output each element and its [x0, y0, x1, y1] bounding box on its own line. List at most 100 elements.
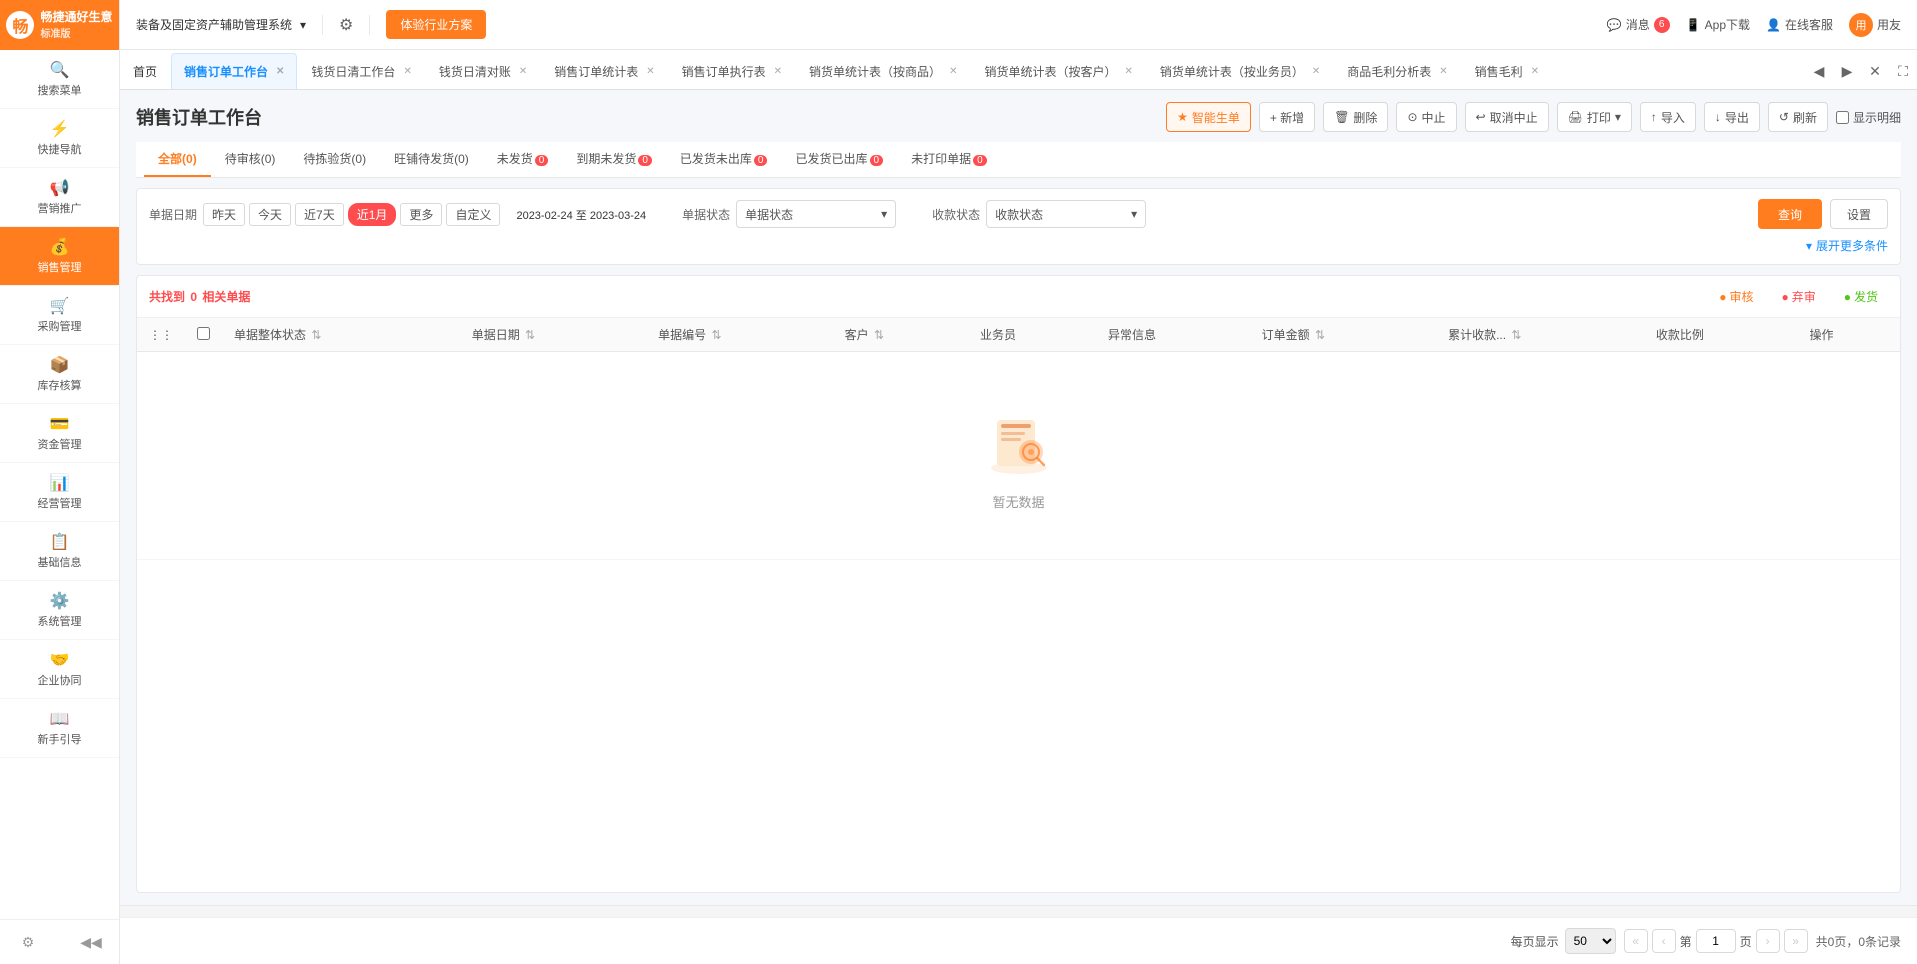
h-scroll-area[interactable]: [120, 905, 1917, 917]
cancel-stop-btn[interactable]: ↩ 取消中止: [1465, 102, 1549, 132]
print-btn[interactable]: 🖨 打印 ▾: [1557, 102, 1632, 132]
tab-sales-profit[interactable]: 销售毛利 ✕: [1462, 53, 1552, 89]
tab-product-margin[interactable]: 商品毛利分析表 ✕: [1334, 53, 1460, 89]
th-number[interactable]: 单据编号 ⇅: [646, 318, 832, 352]
page-number-input[interactable]: [1696, 929, 1736, 953]
filter-custom-btn[interactable]: 自定义: [446, 203, 500, 226]
prev-page-btn[interactable]: ‹: [1652, 929, 1676, 953]
tab-close-all-btn[interactable]: ✕: [1861, 53, 1889, 89]
tab-sales-stat-customer-close[interactable]: ✕: [1124, 66, 1132, 77]
filter-7days-btn[interactable]: 近7天: [295, 203, 344, 226]
tab-sales-stat-staff-close[interactable]: ✕: [1312, 66, 1320, 77]
user-menu[interactable]: 用 用友: [1849, 13, 1901, 37]
sidebar-item-guide[interactable]: 📖 新手引导: [0, 699, 119, 758]
sidebar-item-finance[interactable]: 💳 资金管理: [0, 404, 119, 463]
refresh-btn[interactable]: ↺ 刷新: [1768, 102, 1828, 132]
tab-sales-stat-close[interactable]: ✕: [646, 66, 654, 77]
stop-btn[interactable]: ⊙ 中止: [1396, 102, 1456, 132]
tab-cash-daily-close[interactable]: ✕: [403, 66, 411, 77]
sub-tab-pending-inspect[interactable]: 待拣验货(0): [289, 142, 380, 177]
void-btn[interactable]: ● 弃审: [1771, 284, 1825, 309]
sub-tab-shipped-no-out[interactable]: 已发货未出库0: [666, 142, 782, 177]
tab-cash-account[interactable]: 钱货日清对账 ✕: [426, 53, 540, 89]
filter-1month-btn[interactable]: 近1月: [348, 203, 397, 226]
settings-icon[interactable]: ⚙: [339, 15, 353, 35]
filter-status-select[interactable]: 单据状态 ▾: [736, 200, 896, 228]
tab-sales-stat-customer[interactable]: 销货单统计表（按客户） ✕: [971, 53, 1145, 89]
sort-amount-icon[interactable]: ⇅: [1315, 328, 1325, 342]
tab-cash-account-close[interactable]: ✕: [519, 66, 527, 77]
show-detail-checkbox[interactable]: [1836, 111, 1849, 124]
th-checkbox[interactable]: [185, 318, 222, 352]
sidebar-item-system[interactable]: ⚙️ 系统管理: [0, 581, 119, 640]
sidebar-item-marketing[interactable]: 📢 营销推广: [0, 168, 119, 227]
sub-tab-overdue[interactable]: 到期未发货0: [562, 142, 666, 177]
filter-payment-select[interactable]: 收款状态 ▾: [986, 200, 1146, 228]
tab-cash-daily[interactable]: 钱货日清工作台 ✕: [298, 53, 424, 89]
next-page-btn[interactable]: ›: [1756, 929, 1780, 953]
tab-sales-stat-product[interactable]: 销货单统计表（按商品） ✕: [796, 53, 970, 89]
th-exception[interactable]: 异常信息: [1096, 318, 1250, 352]
review-btn[interactable]: ● 审核: [1709, 284, 1763, 309]
add-btn[interactable]: + 新增: [1259, 102, 1315, 132]
first-page-btn[interactable]: «: [1624, 929, 1648, 953]
sub-tab-all[interactable]: 全部(0): [144, 142, 211, 177]
tab-sales-order-close[interactable]: ✕: [276, 66, 284, 77]
sort-number-icon[interactable]: ⇅: [712, 328, 722, 342]
tab-product-margin-close[interactable]: ✕: [1439, 66, 1447, 77]
last-page-btn[interactable]: »: [1784, 929, 1808, 953]
solution-button[interactable]: 体验行业方案: [386, 10, 486, 39]
th-status[interactable]: 单据整体状态 ⇅: [222, 318, 460, 352]
sidebar-item-search[interactable]: 🔍 搜索菜单: [0, 50, 119, 109]
import-btn[interactable]: ↑ 导入: [1640, 102, 1696, 132]
sub-tab-wangpu[interactable]: 旺铺待发货(0): [380, 142, 483, 177]
tab-sales-stat[interactable]: 销售订单统计表 ✕: [541, 53, 667, 89]
th-date[interactable]: 单据日期 ⇅: [460, 318, 646, 352]
tab-sales-exec[interactable]: 销售订单执行表 ✕: [669, 53, 795, 89]
sidebar-item-operation[interactable]: 📊 经营管理: [0, 463, 119, 522]
sidebar-item-inventory[interactable]: 📦 库存核算: [0, 345, 119, 404]
th-amount[interactable]: 订单金额 ⇅: [1250, 318, 1436, 352]
per-page-select[interactable]: 10 20 50 100: [1565, 928, 1616, 954]
sort-date-icon[interactable]: ⇅: [525, 328, 535, 342]
sidebar-item-basic-info[interactable]: 📋 基础信息: [0, 522, 119, 581]
th-staff[interactable]: 业务员: [968, 318, 1096, 352]
select-all-checkbox[interactable]: [197, 327, 210, 340]
tab-prev-btn[interactable]: ◀: [1805, 53, 1833, 89]
sidebar-item-purchase[interactable]: 🛒 采购管理: [0, 286, 119, 345]
message-btn[interactable]: 💬 消息 6: [1607, 16, 1670, 33]
sidebar-item-sales[interactable]: 💰 销售管理: [0, 227, 119, 286]
tab-sales-exec-close[interactable]: ✕: [774, 66, 782, 77]
tab-sales-profit-close[interactable]: ✕: [1531, 66, 1539, 77]
th-customer[interactable]: 客户 ⇅: [833, 318, 968, 352]
tab-sales-stat-staff[interactable]: 销货单统计表（按业务员） ✕: [1147, 53, 1333, 89]
sort-status-icon[interactable]: ⇅: [311, 328, 321, 342]
export-btn[interactable]: ↓ 导出: [1704, 102, 1760, 132]
tab-home[interactable]: 首页: [120, 53, 170, 89]
show-detail-toggle[interactable]: 显示明细: [1836, 109, 1901, 126]
tab-sales-stat-product-close[interactable]: ✕: [949, 66, 957, 77]
filter-today-btn[interactable]: 今天: [249, 203, 291, 226]
delete-btn[interactable]: 🗑 删除: [1323, 102, 1388, 132]
sidebar-item-cooperation[interactable]: 🤝 企业协同: [0, 640, 119, 699]
filter-yesterday-btn[interactable]: 昨天: [203, 203, 245, 226]
smart-create-btn[interactable]: ★ 智能生单: [1166, 102, 1251, 132]
table-scroll[interactable]: ⋮⋮ 单据整体状态 ⇅ 单据日期 ⇅: [137, 318, 1900, 892]
sub-tab-unshipped[interactable]: 未发货0: [483, 142, 563, 177]
ship-btn[interactable]: ● 发货: [1834, 284, 1888, 309]
tab-expand-btn[interactable]: ⛶: [1889, 53, 1917, 89]
sub-tab-shipped-out[interactable]: 已发货已出库0: [781, 142, 897, 177]
sort-customer-icon[interactable]: ⇅: [874, 328, 884, 342]
app-download-btn[interactable]: 📱 App下载: [1686, 16, 1750, 33]
sidebar-settings-btn[interactable]: ⚙: [8, 928, 48, 956]
th-collected[interactable]: 累计收款... ⇅: [1436, 318, 1644, 352]
tab-next-btn[interactable]: ▶: [1833, 53, 1861, 89]
filter-expand-btn[interactable]: ▾ 展开更多条件: [1806, 237, 1888, 254]
sub-tab-pending-review[interactable]: 待审核(0): [211, 142, 290, 177]
sidebar-item-quick-nav[interactable]: ⚡ 快捷导航: [0, 109, 119, 168]
filter-more-btn[interactable]: 更多: [400, 203, 442, 226]
set-btn[interactable]: 设置: [1830, 199, 1888, 229]
tab-sales-order[interactable]: 销售订单工作台 ✕: [171, 53, 297, 89]
online-service-btn[interactable]: 👤 在线客服: [1766, 16, 1833, 33]
system-dropdown[interactable]: ▾: [300, 18, 306, 32]
